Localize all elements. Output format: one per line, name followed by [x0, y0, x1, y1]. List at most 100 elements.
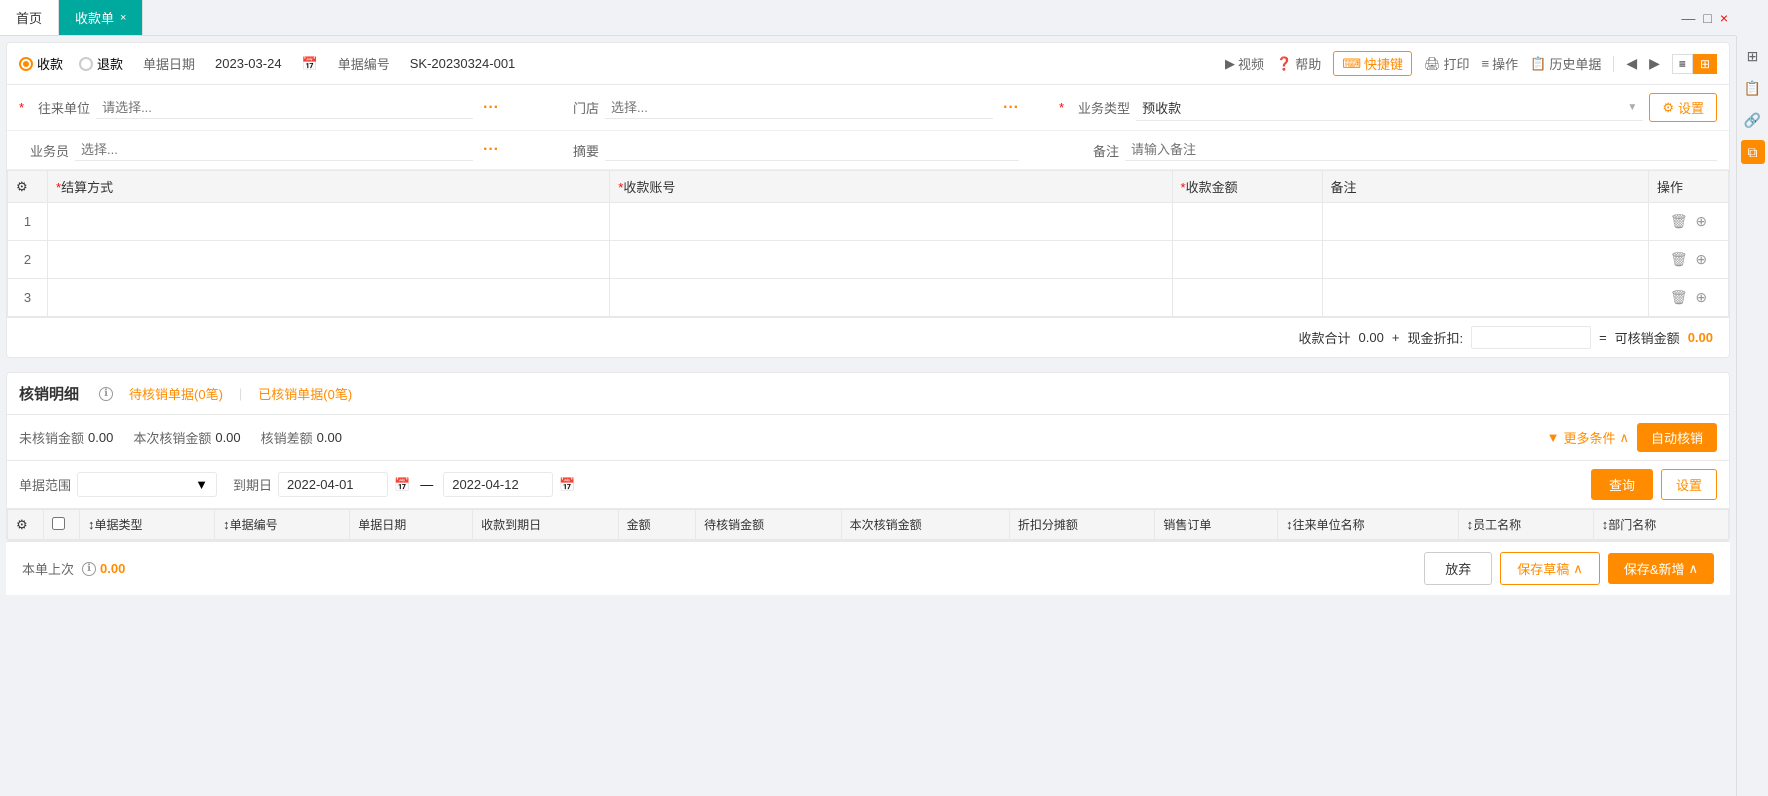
- row2-copy-icon[interactable]: ⊕: [1695, 251, 1707, 267]
- date-to-input[interactable]: [443, 472, 553, 497]
- table-row: 1 🗑 ⊕: [8, 203, 1729, 241]
- salesperson-group: 业务员 ···: [19, 139, 499, 161]
- summary-label: 摘要: [539, 141, 599, 160]
- verify-settings-btn[interactable]: 设置: [1661, 469, 1717, 500]
- side-btn-2[interactable]: 📋: [1741, 76, 1765, 100]
- verify-stats-row: 未核销金额 0.00 本次核销金额 0.00 核销差额 0.00 ▼ 更多条件 …: [7, 415, 1729, 461]
- doc-num-label: 单据编号: [338, 54, 390, 73]
- print-btn[interactable]: 🖨 打印: [1424, 54, 1470, 73]
- history-btn[interactable]: 📋 历史单据: [1530, 54, 1601, 73]
- view-list-btn[interactable]: ≡: [1672, 54, 1693, 74]
- maximize-icon[interactable]: □: [1703, 10, 1711, 26]
- counterparty-required: *: [19, 100, 24, 115]
- counterparty-more-btn[interactable]: ···: [483, 99, 499, 117]
- row1-amount[interactable]: [1172, 203, 1322, 241]
- salesperson-more-btn[interactable]: ···: [483, 141, 499, 159]
- footer-info-icon[interactable]: ℹ: [82, 562, 96, 576]
- summary-input[interactable]: [605, 139, 1019, 161]
- query-btn[interactable]: 查询: [1591, 469, 1653, 500]
- verify-stats-actions: ▼ 更多条件 ∧ 自动核销: [1547, 423, 1717, 452]
- doc-num-value: SK-20230324-001: [410, 56, 516, 71]
- discount-input[interactable]: [1471, 326, 1591, 349]
- nav-next-icon[interactable]: ▶: [1649, 55, 1660, 72]
- calendar-icon[interactable]: 📅: [302, 56, 318, 72]
- close-icon[interactable]: ×: [1720, 10, 1728, 26]
- tab-receipt[interactable]: 收款单 ×: [59, 0, 143, 35]
- row3-delete-icon[interactable]: 🗑: [1670, 289, 1688, 305]
- th-action: 操作: [1649, 171, 1729, 203]
- save-new-btn[interactable]: 保存&新增 ∧: [1608, 553, 1714, 584]
- business-type-select[interactable]: 预收款 ▼: [1136, 95, 1643, 121]
- row1-settlement[interactable]: [48, 203, 610, 241]
- history-label: 历史单据: [1549, 54, 1601, 73]
- tab-home[interactable]: 首页: [0, 0, 59, 35]
- row3-note[interactable]: [1322, 279, 1649, 317]
- video-icon: ▶: [1225, 56, 1235, 72]
- view-grid-btn[interactable]: ⊞: [1693, 54, 1717, 74]
- current-value: 0.00: [215, 430, 240, 445]
- more-conditions-btn[interactable]: ▼ 更多条件 ∧: [1547, 428, 1629, 447]
- form-settings-btn[interactable]: ⚙ 设置: [1649, 93, 1717, 122]
- table-gear-icon2[interactable]: ⚙: [16, 517, 28, 532]
- side-btn-3[interactable]: 🔗: [1741, 108, 1765, 132]
- row1-account[interactable]: [610, 203, 1172, 241]
- salesperson-input[interactable]: [75, 139, 473, 161]
- print-icon: 🖨: [1424, 56, 1441, 72]
- side-btn-4[interactable]: ⧉: [1741, 140, 1765, 164]
- date-from-input[interactable]: [278, 472, 388, 497]
- business-type-value: 预收款: [1142, 98, 1181, 117]
- row2-account[interactable]: [610, 241, 1172, 279]
- row1-delete-icon[interactable]: 🗑: [1670, 213, 1688, 229]
- row2-delete-icon[interactable]: 🗑: [1670, 251, 1688, 267]
- auto-verify-btn[interactable]: 自动核销: [1637, 423, 1717, 452]
- shop-more-btn[interactable]: ···: [1003, 99, 1019, 117]
- video-btn[interactable]: ▶ 视频: [1225, 54, 1264, 73]
- plus-sign: +: [1392, 330, 1400, 345]
- date-sep: —: [420, 477, 433, 492]
- row2-settlement[interactable]: [48, 241, 610, 279]
- pending-tab[interactable]: 待核销单据(0笔): [129, 384, 223, 403]
- tab-bar: 首页 收款单 × — □ ×: [0, 0, 1736, 36]
- range-filter-group: 单据范围 ▼: [19, 472, 217, 497]
- calendar-to-icon[interactable]: 📅: [559, 477, 575, 493]
- help-btn[interactable]: ❓ 帮助: [1276, 54, 1321, 73]
- calendar-from-icon[interactable]: 📅: [394, 477, 410, 493]
- row3-amount[interactable]: [1172, 279, 1322, 317]
- done-tab[interactable]: 已核销单据(0笔): [258, 384, 352, 403]
- radio-refund[interactable]: 退款: [79, 54, 123, 73]
- minimize-icon[interactable]: —: [1681, 10, 1695, 26]
- side-btn-1[interactable]: ⊞: [1741, 44, 1765, 68]
- abandon-btn[interactable]: 放弃: [1424, 552, 1492, 585]
- row3-account[interactable]: [610, 279, 1172, 317]
- radio-receipt[interactable]: 收款: [19, 54, 63, 73]
- select-all-checkbox[interactable]: [52, 517, 65, 530]
- window-controls: — □ ×: [1681, 10, 1736, 26]
- verify-info-icon[interactable]: ℹ: [99, 387, 113, 401]
- shop-input[interactable]: [605, 97, 993, 119]
- row3-settlement[interactable]: [48, 279, 610, 317]
- verify-section: 核销明细 ℹ 待核销单据(0笔) | 已核销单据(0笔) 未核销金额 0.00 …: [6, 372, 1730, 541]
- counterparty-label: 往来单位: [30, 98, 90, 117]
- nav-prev-icon[interactable]: ◀: [1626, 55, 1637, 72]
- row2-amount[interactable]: [1172, 241, 1322, 279]
- row2-note[interactable]: [1322, 241, 1649, 279]
- tab-close-icon[interactable]: ×: [120, 12, 126, 24]
- toolbar-actions: ▶ 视频 ❓ 帮助 ⌨ 快捷键 🖨 打印 ≡ 操作: [1225, 51, 1717, 76]
- save-new-label: 保存&新增: [1624, 559, 1685, 578]
- diff-stat: 核销差额 0.00: [261, 428, 342, 447]
- note-input[interactable]: [1125, 139, 1717, 161]
- note-label: 备注: [1059, 141, 1119, 160]
- video-label: 视频: [1238, 54, 1264, 73]
- row1-note[interactable]: [1322, 203, 1649, 241]
- table-gear-icon[interactable]: ⚙: [16, 179, 28, 194]
- date-value: 2023-03-24: [215, 56, 282, 71]
- form-row-1: * 往来单位 ··· 门店 ··· * 业务类型 预收款 ▼ ⚙: [7, 85, 1729, 131]
- range-select[interactable]: ▼: [77, 472, 217, 497]
- counterparty-input[interactable]: [96, 97, 473, 119]
- equals-sign: =: [1599, 330, 1607, 345]
- shortcut-btn[interactable]: ⌨ 快捷键: [1333, 51, 1412, 76]
- row3-copy-icon[interactable]: ⊕: [1695, 289, 1707, 305]
- draft-btn[interactable]: 保存草稿 ∧: [1500, 552, 1600, 585]
- operate-btn[interactable]: ≡ 操作: [1482, 54, 1519, 73]
- row1-copy-icon[interactable]: ⊕: [1695, 213, 1707, 229]
